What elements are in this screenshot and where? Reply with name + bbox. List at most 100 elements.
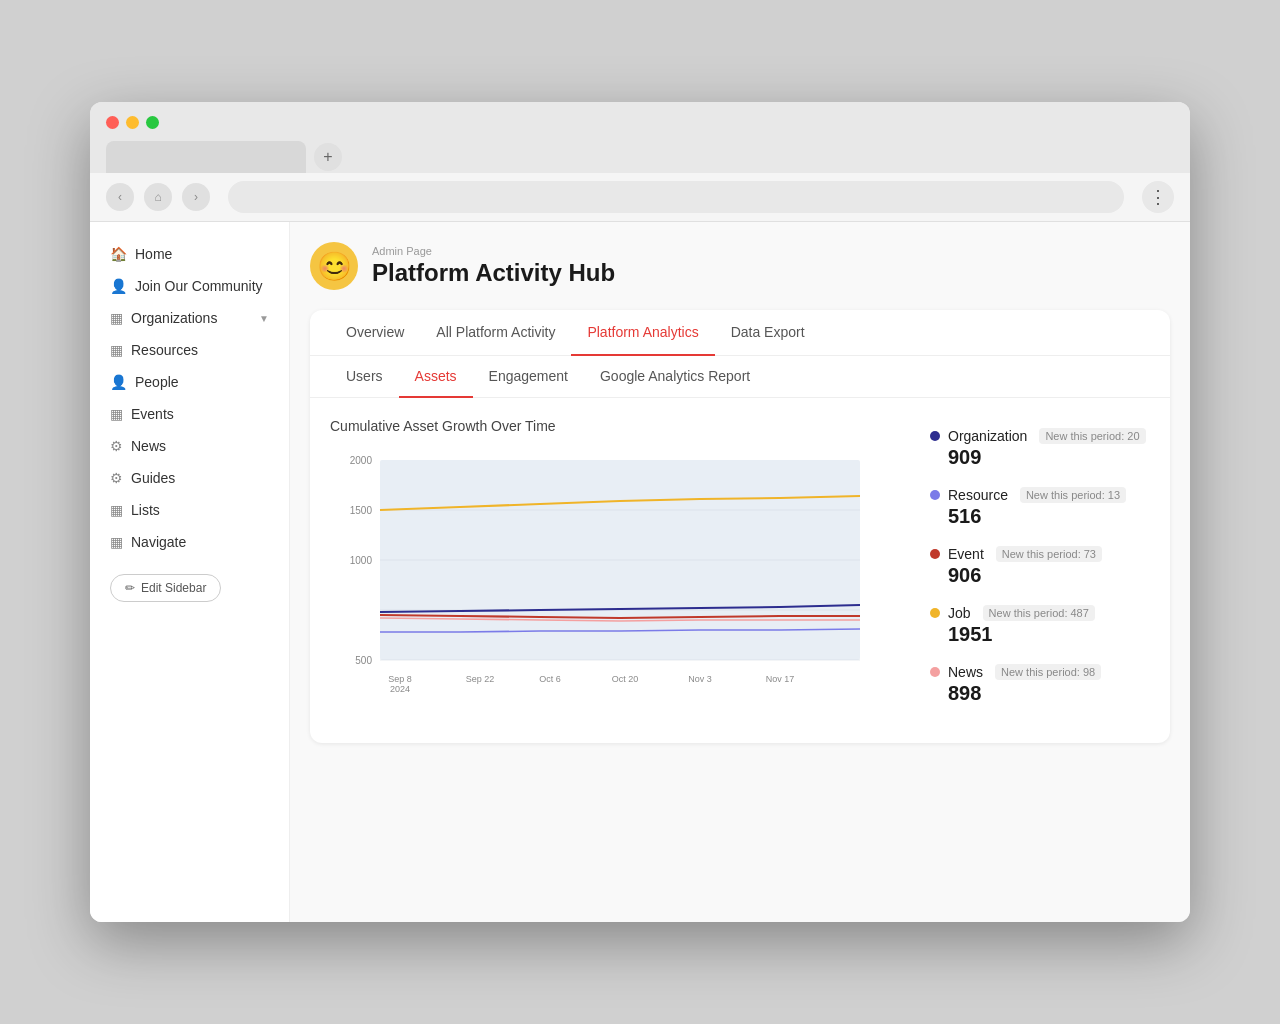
minimize-button[interactable]: [126, 116, 139, 129]
tab-overview[interactable]: Overview: [330, 310, 420, 356]
svg-text:1500: 1500: [350, 505, 373, 516]
legend-item-organization: Organization New this period: 20 909: [930, 428, 1150, 469]
forward-button[interactable]: ›: [182, 183, 210, 211]
navigate-icon: ▦: [110, 534, 123, 550]
chart-area: Cumulative Asset Growth Over Time: [310, 398, 1170, 743]
job-label: Job: [948, 605, 971, 621]
sidebar-item-people[interactable]: 👤 People: [90, 366, 289, 398]
edit-sidebar-label: Edit Sidebar: [141, 581, 206, 595]
resource-dot: [930, 490, 940, 500]
guides-icon: ⚙: [110, 470, 123, 486]
news-icon: ⚙: [110, 438, 123, 454]
tab-platform-analytics[interactable]: Platform Analytics: [571, 310, 714, 356]
page-title: Platform Activity Hub: [372, 259, 615, 287]
svg-text:500: 500: [355, 655, 372, 666]
subtab-users[interactable]: Users: [330, 356, 399, 398]
lists-icon: ▦: [110, 502, 123, 518]
event-label: Event: [948, 546, 984, 562]
chevron-down-icon: ▼: [259, 313, 269, 324]
sidebar-item-label: Events: [131, 406, 174, 422]
address-bar[interactable]: [228, 181, 1124, 213]
people-icon: 👤: [110, 374, 127, 390]
avatar: 😊: [310, 242, 358, 290]
sub-tabs: Users Assets Engagement Google Analytics…: [310, 356, 1170, 398]
tab-data-export[interactable]: Data Export: [715, 310, 821, 356]
more-options-button[interactable]: ⋮: [1142, 181, 1174, 213]
tab-all-platform-activity[interactable]: All Platform Activity: [420, 310, 571, 356]
svg-text:Nov 17: Nov 17: [766, 674, 795, 684]
sidebar-item-label: People: [135, 374, 179, 390]
svg-text:Sep 8: Sep 8: [388, 674, 412, 684]
admin-label: Admin Page: [372, 245, 615, 257]
browser-content: 🏠 Home 👤 Join Our Community ▦ Organizati…: [90, 222, 1190, 922]
page-title-block: Admin Page Platform Activity Hub: [372, 245, 615, 287]
sidebar-item-navigate[interactable]: ▦ Navigate: [90, 526, 289, 558]
traffic-lights: [106, 116, 1174, 129]
sidebar-item-lists[interactable]: ▦ Lists: [90, 494, 289, 526]
sidebar-item-join-community[interactable]: 👤 Join Our Community: [90, 270, 289, 302]
sidebar-item-label: Join Our Community: [135, 278, 263, 294]
sidebar-item-resources[interactable]: ▦ Resources: [90, 334, 289, 366]
maximize-button[interactable]: [146, 116, 159, 129]
resource-count: 516: [948, 505, 1150, 528]
job-dot: [930, 608, 940, 618]
sidebar-item-news[interactable]: ⚙ News: [90, 430, 289, 462]
subtab-google-analytics[interactable]: Google Analytics Report: [584, 356, 766, 398]
resource-label: Resource: [948, 487, 1008, 503]
svg-text:2000: 2000: [350, 455, 373, 466]
job-new: New this period: 487: [983, 605, 1095, 621]
svg-text:Oct 6: Oct 6: [539, 674, 561, 684]
news-label: News: [948, 664, 983, 680]
close-button[interactable]: [106, 116, 119, 129]
events-icon: ▦: [110, 406, 123, 422]
legend-item-event: Event New this period: 73 906: [930, 546, 1150, 587]
event-dot: [930, 549, 940, 559]
edit-sidebar-button[interactable]: ✏ Edit Sidebar: [110, 574, 221, 602]
svg-text:1000: 1000: [350, 555, 373, 566]
organization-dot: [930, 431, 940, 441]
sidebar-item-label: Home: [135, 246, 172, 262]
chart-title: Cumulative Asset Growth Over Time: [330, 418, 900, 434]
edit-icon: ✏: [125, 581, 135, 595]
news-count: 898: [948, 682, 1150, 705]
event-new: New this period: 73: [996, 546, 1102, 562]
sidebar-item-organizations[interactable]: ▦ Organizations ▼: [90, 302, 289, 334]
sidebar-item-label: Navigate: [131, 534, 186, 550]
organization-count: 909: [948, 446, 1150, 469]
sidebar-item-label: News: [131, 438, 166, 454]
organization-new: New this period: 20: [1039, 428, 1145, 444]
sidebar-item-label: Resources: [131, 342, 198, 358]
add-tab-button[interactable]: +: [314, 143, 342, 171]
svg-text:2024: 2024: [390, 684, 410, 694]
legend-item-news: News New this period: 98 898: [930, 664, 1150, 705]
browser-window: + ‹ ⌂ › ⋮ 🏠 Home 👤 Join Our Community: [90, 102, 1190, 922]
subtab-assets[interactable]: Assets: [399, 356, 473, 398]
sidebar-item-guides[interactable]: ⚙ Guides: [90, 462, 289, 494]
job-count: 1951: [948, 623, 1150, 646]
sidebar-item-home[interactable]: 🏠 Home: [90, 238, 289, 270]
sidebar-item-label: Guides: [131, 470, 175, 486]
svg-text:Nov 3: Nov 3: [688, 674, 712, 684]
active-tab[interactable]: [106, 141, 306, 173]
sidebar-item-label: Lists: [131, 502, 160, 518]
page-header: 😊 Admin Page Platform Activity Hub: [310, 242, 1170, 290]
legend-area: Organization New this period: 20 909 Res…: [930, 418, 1150, 723]
sidebar-item-events[interactable]: ▦ Events: [90, 398, 289, 430]
analytics-card: Overview All Platform Activity Platform …: [310, 310, 1170, 743]
legend-item-job: Job New this period: 487 1951: [930, 605, 1150, 646]
back-button[interactable]: ‹: [106, 183, 134, 211]
sidebar: 🏠 Home 👤 Join Our Community ▦ Organizati…: [90, 222, 290, 922]
event-count: 906: [948, 564, 1150, 587]
main-tabs: Overview All Platform Activity Platform …: [310, 310, 1170, 356]
sidebar-item-label: Organizations: [131, 310, 217, 326]
news-dot: [930, 667, 940, 677]
news-new: New this period: 98: [995, 664, 1101, 680]
main-content: 😊 Admin Page Platform Activity Hub Overv…: [290, 222, 1190, 922]
subtab-engagement[interactable]: Engagement: [473, 356, 584, 398]
home-button[interactable]: ⌂: [144, 183, 172, 211]
svg-text:Sep 22: Sep 22: [466, 674, 495, 684]
nav-bar: ‹ ⌂ › ⋮: [90, 173, 1190, 222]
organizations-icon: ▦: [110, 310, 123, 326]
resource-new: New this period: 13: [1020, 487, 1126, 503]
tab-bar: +: [106, 141, 1174, 173]
